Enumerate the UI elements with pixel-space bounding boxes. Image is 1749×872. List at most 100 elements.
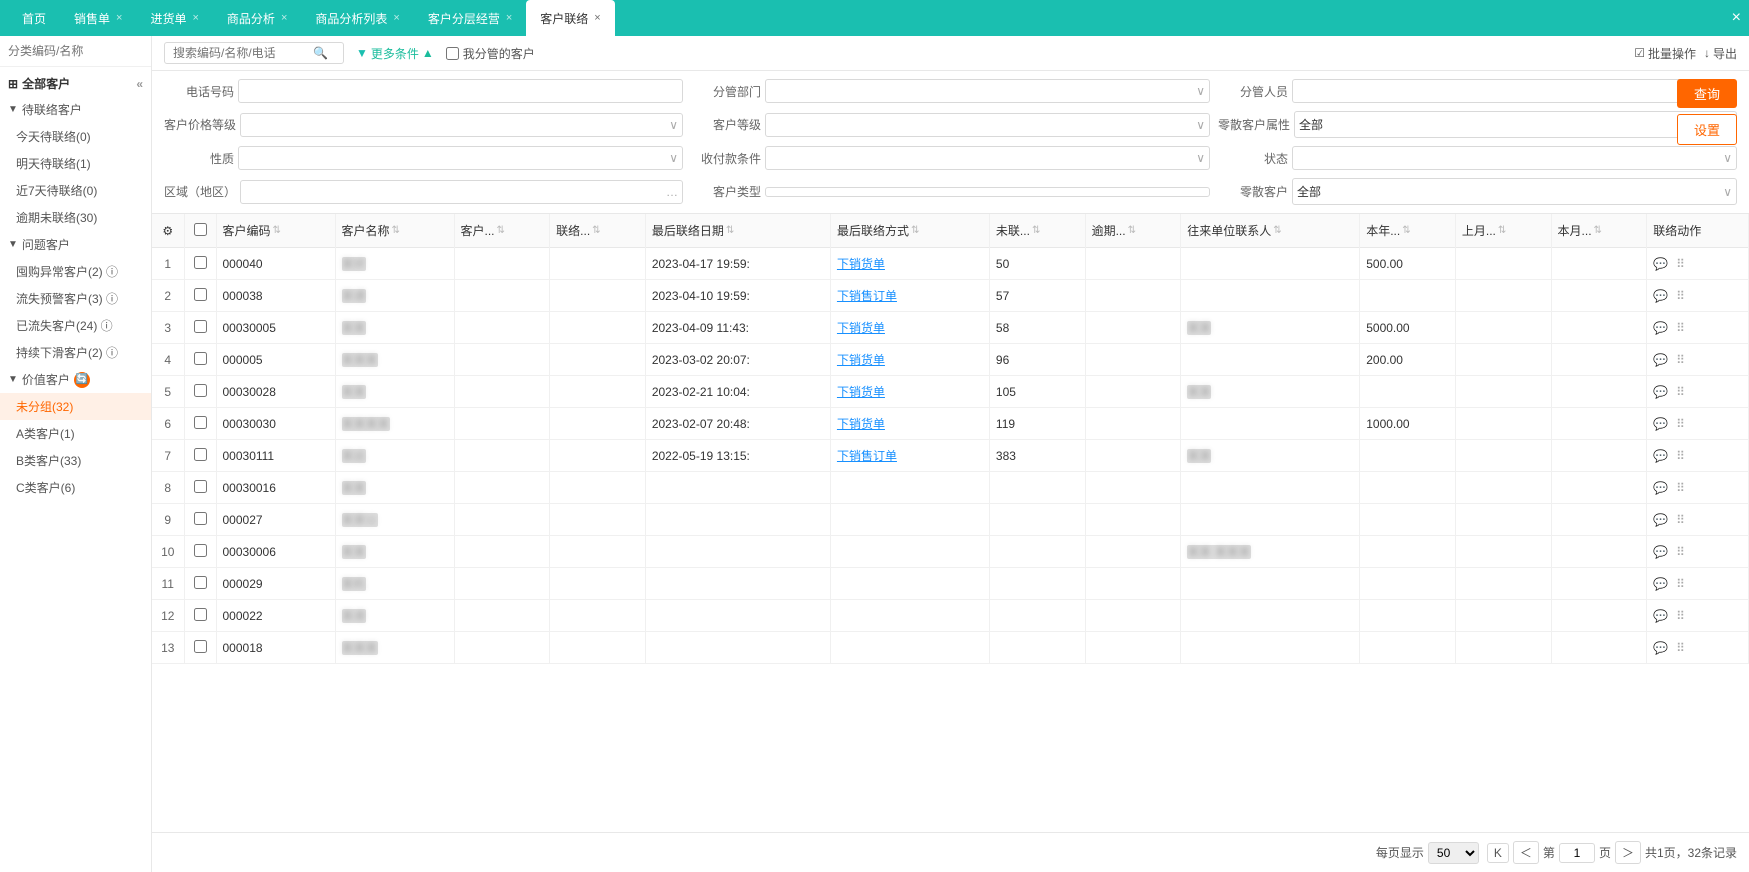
group-value-customers[interactable]: ▼ 价值客户 🔄 bbox=[0, 366, 151, 393]
tab-purchase-order[interactable]: 进货单 × bbox=[136, 0, 212, 36]
tab-customer-contact[interactable]: 客户联络 × bbox=[526, 0, 614, 36]
query-button[interactable]: 查询 bbox=[1677, 79, 1737, 108]
close-product-analysis[interactable]: × bbox=[281, 12, 287, 24]
sidebar-item-overdue[interactable]: 逾期未联络(30) bbox=[0, 204, 151, 231]
row-checkbox[interactable] bbox=[194, 320, 207, 333]
td-checkbox[interactable] bbox=[184, 568, 216, 600]
settings-icon[interactable]: ⚙ bbox=[162, 224, 173, 238]
more-icon[interactable]: ⠿ bbox=[1676, 577, 1685, 591]
close-customer-tier[interactable]: × bbox=[506, 12, 512, 24]
more-icon[interactable]: ⠿ bbox=[1676, 513, 1685, 527]
contact-way-link[interactable]: 下销售订单 bbox=[837, 449, 897, 463]
price-level-select[interactable]: ∨ bbox=[240, 113, 683, 137]
td-checkbox[interactable] bbox=[184, 280, 216, 312]
message-icon[interactable]: 💬 bbox=[1653, 289, 1668, 303]
contact-way-link[interactable]: 下销货单 bbox=[837, 417, 885, 431]
td-checkbox[interactable] bbox=[184, 344, 216, 376]
row-checkbox[interactable] bbox=[194, 384, 207, 397]
message-icon[interactable]: 💬 bbox=[1653, 545, 1668, 559]
sidebar-item-ungrouped[interactable]: 未分组(32) bbox=[0, 393, 151, 420]
row-checkbox[interactable] bbox=[194, 544, 207, 557]
more-icon[interactable]: ⠿ bbox=[1676, 289, 1685, 303]
filter-search-box[interactable]: 🔍 bbox=[164, 42, 344, 64]
more-icon[interactable]: ⠿ bbox=[1676, 481, 1685, 495]
message-icon[interactable]: 💬 bbox=[1653, 641, 1668, 655]
td-checkbox[interactable] bbox=[184, 632, 216, 664]
gender-select[interactable]: ∨ bbox=[238, 146, 683, 170]
tab-customer-tier[interactable]: 客户分层经营 × bbox=[414, 0, 526, 36]
sidebar-collapse-icon[interactable]: « bbox=[136, 77, 143, 91]
contact-way-link[interactable]: 下销货单 bbox=[837, 321, 885, 335]
message-icon[interactable]: 💬 bbox=[1653, 417, 1668, 431]
message-icon[interactable]: 💬 bbox=[1653, 577, 1668, 591]
tab-home[interactable]: 首页 bbox=[8, 0, 60, 36]
row-checkbox[interactable] bbox=[194, 448, 207, 461]
th-settings[interactable]: ⚙ bbox=[152, 214, 184, 248]
sidebar-item-tomorrow[interactable]: 明天待联络(1) bbox=[0, 150, 151, 177]
first-page-btn[interactable]: K bbox=[1487, 843, 1509, 863]
tab-product-analysis-list[interactable]: 商品分析列表 × bbox=[301, 0, 413, 36]
more-icon[interactable]: ⠿ bbox=[1676, 417, 1685, 431]
td-checkbox[interactable] bbox=[184, 312, 216, 344]
zero-cust-select[interactable]: 全部 ∨ bbox=[1292, 178, 1737, 205]
row-checkbox[interactable] bbox=[194, 512, 207, 525]
message-icon[interactable]: 💬 bbox=[1653, 385, 1668, 399]
td-checkbox[interactable] bbox=[184, 504, 216, 536]
row-checkbox[interactable] bbox=[194, 352, 207, 365]
zero-retail-select[interactable]: 全部 ∨ bbox=[1294, 111, 1737, 138]
manager-input[interactable] bbox=[1292, 79, 1719, 103]
more-icon[interactable]: ⠿ bbox=[1676, 545, 1685, 559]
td-checkbox[interactable] bbox=[184, 248, 216, 280]
sidebar-item-today[interactable]: 今天待联络(0) bbox=[0, 123, 151, 150]
more-icon[interactable]: ⠿ bbox=[1676, 641, 1685, 655]
group-pending-contact[interactable]: ▼ 待联络客户 bbox=[0, 96, 151, 123]
td-checkbox[interactable] bbox=[184, 376, 216, 408]
sidebar-item-7days[interactable]: 近7天待联络(0) bbox=[0, 177, 151, 204]
more-icon[interactable]: ⠿ bbox=[1676, 321, 1685, 335]
contact-way-link[interactable]: 下销货单 bbox=[837, 257, 885, 271]
payment-select[interactable]: ∨ bbox=[765, 146, 1210, 170]
close-sales-order[interactable]: × bbox=[116, 12, 122, 24]
cust-level-select[interactable]: ∨ bbox=[765, 113, 1210, 137]
more-icon[interactable]: ⠿ bbox=[1676, 609, 1685, 623]
close-purchase-order[interactable]: × bbox=[192, 12, 198, 24]
more-icon[interactable]: ⠿ bbox=[1676, 353, 1685, 367]
page-size-select[interactable]: 50 100 200 bbox=[1428, 842, 1479, 864]
message-icon[interactable]: 💬 bbox=[1653, 257, 1668, 271]
td-checkbox[interactable] bbox=[184, 408, 216, 440]
message-icon[interactable]: 💬 bbox=[1653, 353, 1668, 367]
close-customer-contact[interactable]: × bbox=[594, 12, 600, 24]
page-number-input[interactable] bbox=[1559, 843, 1595, 863]
message-icon[interactable]: 💬 bbox=[1653, 321, 1668, 335]
tab-product-analysis[interactable]: 商品分析 × bbox=[213, 0, 301, 36]
message-icon[interactable]: 💬 bbox=[1653, 609, 1668, 623]
message-icon[interactable]: 💬 bbox=[1653, 513, 1668, 527]
filter-search-input[interactable] bbox=[173, 46, 313, 60]
sidebar-item-a-class[interactable]: A类客户(1) bbox=[0, 420, 151, 447]
sidebar-item-declining[interactable]: 持续下滑客户(2) ⓘ bbox=[0, 339, 151, 366]
contact-way-link[interactable]: 下销售订单 bbox=[837, 289, 897, 303]
td-checkbox[interactable] bbox=[184, 472, 216, 504]
group-problem-customers[interactable]: ▼ 问题客户 bbox=[0, 231, 151, 258]
sidebar-search-input[interactable] bbox=[8, 44, 152, 58]
sidebar-item-abnormal[interactable]: 囤购异常客户(2) ⓘ bbox=[0, 258, 151, 285]
prev-page-btn[interactable]: ＜ bbox=[1513, 841, 1539, 864]
filter-search-icon[interactable]: 🔍 bbox=[313, 46, 328, 60]
contact-way-link[interactable]: 下销货单 bbox=[837, 353, 885, 367]
select-all-checkbox[interactable] bbox=[194, 223, 207, 236]
th-checkbox[interactable] bbox=[184, 214, 216, 248]
message-icon[interactable]: 💬 bbox=[1653, 481, 1668, 495]
status-select[interactable]: ∨ bbox=[1292, 146, 1737, 170]
dept-select[interactable]: ∨ bbox=[765, 79, 1210, 103]
phone-input[interactable] bbox=[238, 79, 683, 103]
td-checkbox[interactable] bbox=[184, 536, 216, 568]
sidebar-item-c-class[interactable]: C类客户(6) bbox=[0, 474, 151, 501]
sidebar-item-b-class[interactable]: B类客户(33) bbox=[0, 447, 151, 474]
row-checkbox[interactable] bbox=[194, 480, 207, 493]
all-customers-section[interactable]: ⊞ 全部客户 « bbox=[0, 67, 151, 96]
region-select[interactable]: … bbox=[240, 180, 683, 204]
message-icon[interactable]: 💬 bbox=[1653, 449, 1668, 463]
nav-close-icon[interactable]: × bbox=[1732, 9, 1741, 27]
row-checkbox[interactable] bbox=[194, 256, 207, 269]
more-conditions-btn[interactable]: ▼ 更多条件 ▲ bbox=[356, 45, 434, 62]
